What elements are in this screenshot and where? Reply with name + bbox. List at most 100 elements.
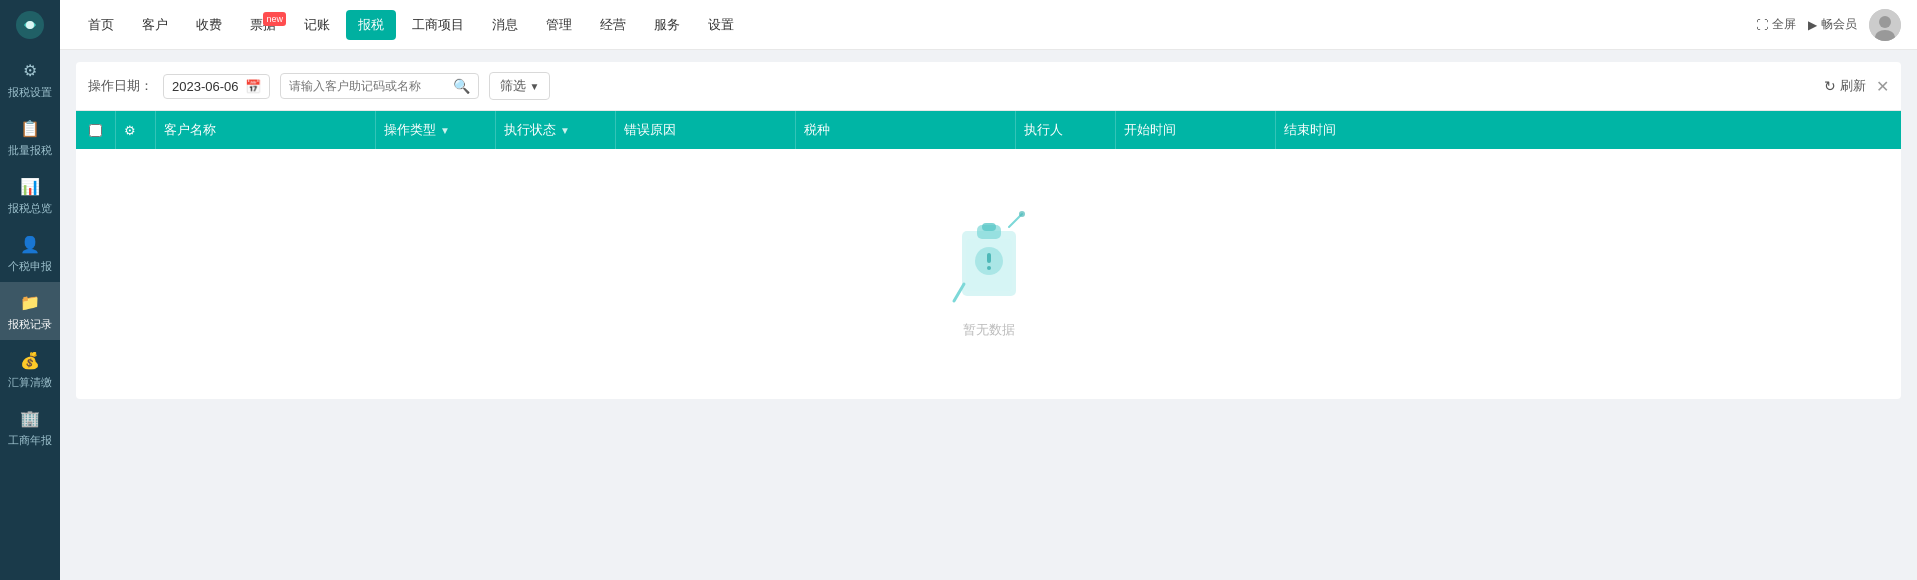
select-all-checkbox[interactable] xyxy=(89,124,102,137)
topnav-item-jingying[interactable]: 经营 xyxy=(588,10,638,40)
sort-icon-status: ▼ xyxy=(560,125,570,136)
gongshang-nianbao-label: 工商年报 xyxy=(8,433,52,448)
sidebar-item-baoshui-jilu[interactable]: 📁 报税记录 xyxy=(0,282,60,340)
sidebar-item-baoshui-zonlan[interactable]: 📊 报税总览 xyxy=(0,166,60,224)
search-box[interactable]: 🔍 xyxy=(280,73,479,99)
sidebar: ⚙ 报税设置 📋 批量报税 📊 报税总览 👤 个税申报 📁 报税记录 💰 汇算清… xyxy=(0,0,60,580)
th-operation-type-label: 操作类型 xyxy=(384,121,436,139)
svg-rect-11 xyxy=(987,266,991,270)
jingying-label: 经营 xyxy=(600,17,626,32)
main-panel: 操作日期： 2023-06-06 📅 🔍 筛选 ▼ ↻ 刷新 xyxy=(76,62,1901,399)
home-label: 首页 xyxy=(88,17,114,32)
filter-button[interactable]: 筛选 ▼ xyxy=(489,72,551,100)
refresh-icon: ↻ xyxy=(1824,78,1836,94)
date-value: 2023-06-06 xyxy=(172,79,239,94)
svg-point-1 xyxy=(26,21,34,29)
shezhi-label: 设置 xyxy=(708,17,734,32)
baoshui-shezhi-label: 报税设置 xyxy=(8,85,52,100)
topnav-item-guanli[interactable]: 管理 xyxy=(534,10,584,40)
app-logo xyxy=(0,0,60,50)
geshuishenba-label: 个税申报 xyxy=(8,259,52,274)
date-picker[interactable]: 2023-06-06 📅 xyxy=(163,74,270,99)
th-execution-status-label: 执行状态 xyxy=(504,121,556,139)
baoshui-shezhi-icon: ⚙ xyxy=(18,58,42,82)
refresh-label: 刷新 xyxy=(1840,77,1866,95)
toolbar-right: ↻ 刷新 ✕ xyxy=(1824,77,1889,96)
play-icon: ▶ xyxy=(1808,18,1817,32)
calendar-icon: 📅 xyxy=(245,79,261,94)
th-checkbox[interactable] xyxy=(76,111,116,149)
member-label: 畅会员 xyxy=(1821,16,1857,33)
topnav-item-piaoju[interactable]: 票据new xyxy=(238,10,288,40)
topnav-item-fuwu[interactable]: 服务 xyxy=(642,10,692,40)
th-execution-status[interactable]: 执行状态 ▼ xyxy=(496,111,616,149)
date-label: 操作日期： xyxy=(88,77,153,95)
user-avatar[interactable] xyxy=(1869,9,1901,41)
refresh-button[interactable]: ↻ 刷新 xyxy=(1824,77,1866,95)
piaoju-badge: new xyxy=(263,12,286,26)
topnav-item-xiaoxi[interactable]: 消息 xyxy=(480,10,530,40)
topnav-item-baoshui[interactable]: 报税 xyxy=(346,10,396,40)
th-settings[interactable]: ⚙ xyxy=(116,111,156,149)
gongshang-label: 工商项目 xyxy=(412,17,464,32)
topnav: 首页 客户 收费 票据new 记账 报税 工商项目 消息 管理 经营 服务 设置 ⛶ 全屏 ▶ 畅会员 xyxy=(60,0,1917,50)
th-operation-type[interactable]: 操作类型 ▼ xyxy=(376,111,496,149)
topnav-right: ⛶ 全屏 ▶ 畅会员 xyxy=(1756,9,1901,41)
search-icon: 🔍 xyxy=(453,78,470,94)
th-start-time: 开始时间 xyxy=(1116,111,1276,149)
content-area: 操作日期： 2023-06-06 📅 🔍 筛选 ▼ ↻ 刷新 xyxy=(60,50,1917,580)
member-button[interactable]: ▶ 畅会员 xyxy=(1808,16,1857,33)
chevron-down-icon: ▼ xyxy=(530,81,540,92)
empty-illustration xyxy=(944,209,1034,309)
topnav-item-home[interactable]: 首页 xyxy=(76,10,126,40)
settings-icon: ⚙ xyxy=(124,123,136,138)
topnav-item-customer[interactable]: 客户 xyxy=(130,10,180,40)
topnav-item-shoufei[interactable]: 收费 xyxy=(184,10,234,40)
piliang-baoshui-icon: 📋 xyxy=(18,116,42,140)
sidebar-item-baoshui-shezhi[interactable]: ⚙ 报税设置 xyxy=(0,50,60,108)
topnav-item-shezhi[interactable]: 设置 xyxy=(696,10,746,40)
geshuishenba-icon: 👤 xyxy=(18,232,42,256)
toolbar: 操作日期： 2023-06-06 📅 🔍 筛选 ▼ ↻ 刷新 xyxy=(76,62,1901,111)
baoshui-zonlan-label: 报税总览 xyxy=(8,201,52,216)
baoshui-zonlan-icon: 📊 xyxy=(18,174,42,198)
xiaoxi-label: 消息 xyxy=(492,17,518,32)
shoufei-label: 收费 xyxy=(196,17,222,32)
sidebar-item-gongshang-nianbao[interactable]: 🏢 工商年报 xyxy=(0,398,60,456)
fuwu-label: 服务 xyxy=(654,17,680,32)
empty-state: 暂无数据 xyxy=(76,149,1901,399)
gongshang-nianbao-icon: 🏢 xyxy=(18,406,42,430)
svg-rect-8 xyxy=(982,223,996,231)
guanli-label: 管理 xyxy=(546,17,572,32)
table-header: ⚙ 客户名称 操作类型 ▼ 执行状态 ▼ 错误原因 税种 xyxy=(76,111,1901,149)
huisuan-jiaona-icon: 💰 xyxy=(18,348,42,372)
jizhang-label: 记账 xyxy=(304,17,330,32)
close-button[interactable]: ✕ xyxy=(1876,77,1889,96)
th-error-reason: 错误原因 xyxy=(616,111,796,149)
fullscreen-button[interactable]: ⛶ 全屏 xyxy=(1756,16,1796,33)
main-area: 首页 客户 收费 票据new 记账 报税 工商项目 消息 管理 经营 服务 设置 ⛶ 全屏 ▶ 畅会员 xyxy=(60,0,1917,580)
fullscreen-icon: ⛶ xyxy=(1756,18,1768,32)
th-start-time-label: 开始时间 xyxy=(1124,121,1176,139)
th-executor-label: 执行人 xyxy=(1024,121,1063,139)
svg-point-14 xyxy=(1019,211,1025,217)
svg-rect-10 xyxy=(987,253,991,263)
huisuan-jiaona-label: 汇算清缴 xyxy=(8,375,52,390)
sidebar-item-geshuishenba[interactable]: 👤 个税申报 xyxy=(0,224,60,282)
sidebar-item-huisuan-jiaona[interactable]: 💰 汇算清缴 xyxy=(0,340,60,398)
topnav-item-gongshang[interactable]: 工商项目 xyxy=(400,10,476,40)
sort-icon-operation: ▼ xyxy=(440,125,450,136)
svg-point-3 xyxy=(1879,16,1891,28)
search-input[interactable] xyxy=(289,79,449,93)
empty-text: 暂无数据 xyxy=(963,321,1015,339)
th-customer-name-label: 客户名称 xyxy=(164,121,216,139)
filter-label: 筛选 xyxy=(500,77,526,95)
th-error-reason-label: 错误原因 xyxy=(624,121,676,139)
baoshui-label: 报税 xyxy=(358,17,384,32)
th-customer-name: 客户名称 xyxy=(156,111,376,149)
topnav-item-jizhang[interactable]: 记账 xyxy=(292,10,342,40)
th-tax-type: 税种 xyxy=(796,111,1016,149)
baoshui-jilu-label: 报税记录 xyxy=(8,317,52,332)
sidebar-item-piliang-baoshui[interactable]: 📋 批量报税 xyxy=(0,108,60,166)
th-tax-type-label: 税种 xyxy=(804,121,830,139)
